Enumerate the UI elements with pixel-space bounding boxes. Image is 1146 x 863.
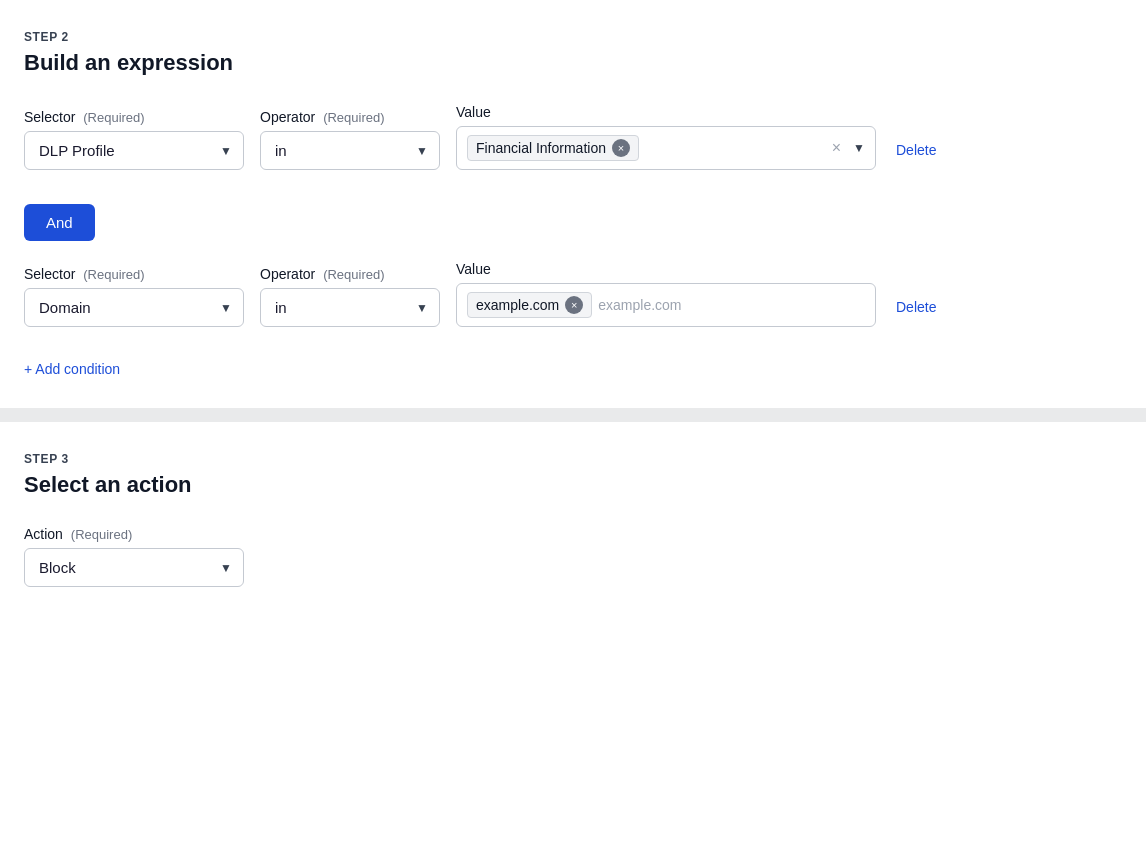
delete-button-2[interactable]: Delete <box>892 289 940 325</box>
selector-field-group-2: Selector (Required) Domain DLP Profile ▼ <box>24 266 244 327</box>
value-label-1: Value <box>456 104 876 120</box>
value-tag-remove-financial[interactable]: × <box>612 139 630 157</box>
operator-select-2[interactable]: in not in <box>260 288 440 327</box>
selector-label-1: Selector (Required) <box>24 109 244 125</box>
value-input-box-1[interactable]: Financial Information × × ▼ <box>456 126 876 170</box>
selector-select-2[interactable]: Domain DLP Profile <box>24 288 244 327</box>
action-label: Action (Required) <box>24 526 244 542</box>
selector-select-wrapper-2[interactable]: Domain DLP Profile ▼ <box>24 288 244 327</box>
value-tag-domain: example.com × <box>467 292 592 318</box>
condition-row-2: Selector (Required) Domain DLP Profile ▼ <box>24 261 1122 327</box>
action-select[interactable]: Block Allow Monitor <box>24 548 244 587</box>
operator-select-wrapper-2[interactable]: in not in ▼ <box>260 288 440 327</box>
step3-label: STEP 3 <box>24 452 1122 466</box>
value-field-group-1: Value Financial Information × × ▼ <box>456 104 876 170</box>
operator-select-1[interactable]: in not in <box>260 131 440 170</box>
value-clear-btn-1[interactable]: × <box>830 139 843 157</box>
value-tag-text-financial: Financial Information <box>476 140 606 156</box>
value-tag-financial: Financial Information × <box>467 135 639 161</box>
selector-select-1[interactable]: DLP Profile Domain <box>24 131 244 170</box>
selector-select-wrapper-1[interactable]: DLP Profile Domain ▼ <box>24 131 244 170</box>
step2-section: STEP 2 Build an expression Selector (Req… <box>0 0 1146 408</box>
value-tag-text-domain: example.com <box>476 297 559 313</box>
operator-field-group-1: Operator (Required) in not in ▼ <box>260 109 440 170</box>
step3-title: Select an action <box>24 472 1122 498</box>
fields-row-1: Selector (Required) DLP Profile Domain ▼ <box>24 104 1122 170</box>
step2-title: Build an expression <box>24 50 1122 76</box>
fields-row-2: Selector (Required) Domain DLP Profile ▼ <box>24 261 1122 327</box>
value-dropdown-arrow-1[interactable]: ▼ <box>853 141 865 155</box>
step2-label: STEP 2 <box>24 30 1122 44</box>
value-input-box-2[interactable]: example.com × example.com <box>456 283 876 327</box>
section-divider <box>0 408 1146 422</box>
condition-row-1: Selector (Required) DLP Profile Domain ▼ <box>24 104 1122 170</box>
action-select-wrapper[interactable]: Block Allow Monitor ▼ <box>24 548 244 587</box>
operator-label-2: Operator (Required) <box>260 266 440 282</box>
selector-label-2: Selector (Required) <box>24 266 244 282</box>
operator-label-1: Operator (Required) <box>260 109 440 125</box>
selector-field-group-1: Selector (Required) DLP Profile Domain ▼ <box>24 109 244 170</box>
operator-field-group-2: Operator (Required) in not in ▼ <box>260 266 440 327</box>
value-placeholder-2: example.com <box>598 297 681 313</box>
action-field-group: Action (Required) Block Allow Monitor ▼ <box>24 526 244 587</box>
step3-section: STEP 3 Select an action Action (Required… <box>0 422 1146 617</box>
operator-select-wrapper-1[interactable]: in not in ▼ <box>260 131 440 170</box>
add-condition-link[interactable]: + Add condition <box>24 361 120 377</box>
value-field-group-2: Value example.com × example.com <box>456 261 876 327</box>
delete-button-1[interactable]: Delete <box>892 132 940 168</box>
value-label-2: Value <box>456 261 876 277</box>
and-button[interactable]: And <box>24 204 95 241</box>
value-tag-remove-domain[interactable]: × <box>565 296 583 314</box>
